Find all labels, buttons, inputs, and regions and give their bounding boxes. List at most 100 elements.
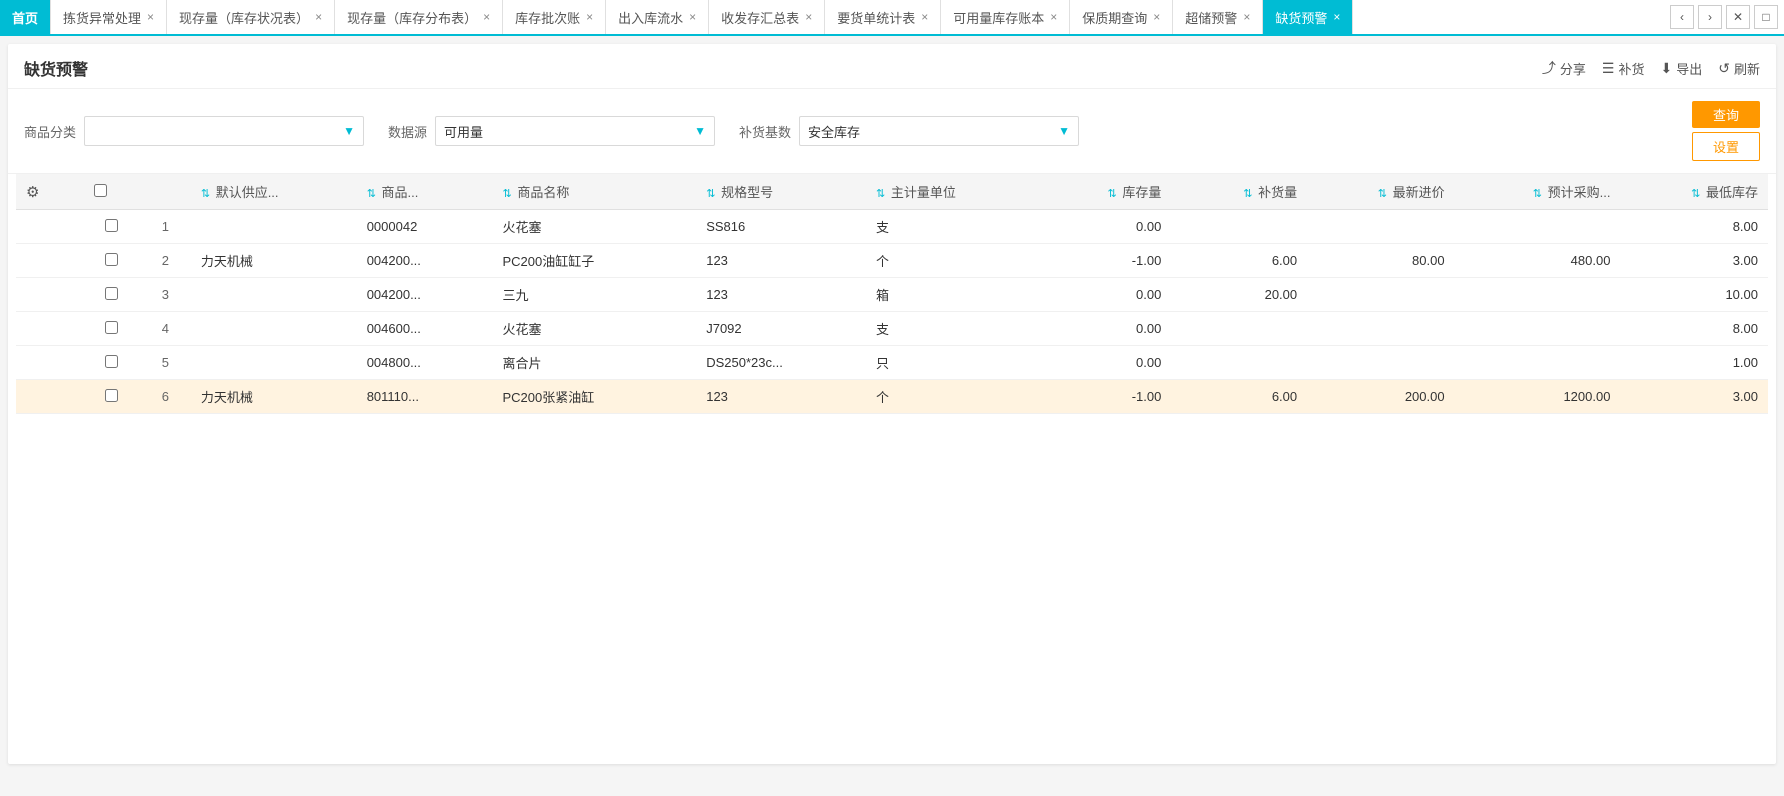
row-spec: SS816 (696, 210, 866, 244)
refresh-button[interactable]: ↺ 刷新 (1718, 59, 1760, 78)
tab-stock-status[interactable]: 现存量（库存状况表）× (167, 0, 335, 35)
tab-requisition[interactable]: 要货单统计表 × (825, 0, 941, 35)
row-price (1307, 278, 1454, 312)
datasource-select[interactable]: 可用量 ▼ (435, 116, 715, 146)
row-checkbox[interactable] (105, 321, 118, 334)
row-checkbox[interactable] (105, 389, 118, 402)
tab-close-expiry[interactable]: × (1153, 10, 1160, 24)
tab-close-stock-dist[interactable]: × (483, 10, 490, 24)
tab-abnormal[interactable]: 拣货异常处理 × (51, 0, 167, 35)
tab-close-shortage[interactable]: × (1333, 10, 1340, 24)
code-sort-icon: ⇅ (367, 188, 376, 200)
col-purchase[interactable]: ⇅ 预计采购... (1455, 174, 1621, 210)
tab-overstock[interactable]: 超储预警× (1173, 0, 1263, 35)
tab-close-abnormal[interactable]: × (147, 10, 154, 24)
col-supplier[interactable]: ⇅ 默认供应... (191, 174, 357, 210)
export-button[interactable]: ⬇ 导出 (1661, 59, 1703, 78)
row-min-stock: 8.00 (1620, 210, 1768, 244)
share-button[interactable]: ⤴ 分享 (1542, 58, 1586, 78)
category-select[interactable]: ▼ (84, 116, 364, 146)
row-checkbox[interactable] (105, 287, 118, 300)
tab-close-requisition[interactable]: × (921, 10, 928, 24)
tab-shortage[interactable]: 缺货预警× (1263, 0, 1353, 35)
supplier-sort-icon: ⇅ (201, 188, 210, 200)
row-code: 0000042 (357, 210, 493, 244)
tab-inout[interactable]: 出入库流水× (606, 0, 709, 35)
replenish-filter-group: 补货基数 安全库存 ▼ (739, 116, 1079, 146)
tab-close-batch[interactable]: × (586, 10, 593, 24)
tab-close-inout[interactable]: × (689, 10, 696, 24)
tab-scroll-left[interactable]: ‹ (1670, 5, 1694, 29)
row-min-stock: 10.00 (1620, 278, 1768, 312)
replenish-button[interactable]: ☰ 补货 (1602, 59, 1645, 78)
col-rownum (140, 174, 191, 210)
col-code[interactable]: ⇅ 商品... (357, 174, 493, 210)
col-price[interactable]: ⇅ 最新进价 (1307, 174, 1454, 210)
tab-close-available[interactable]: × (1050, 10, 1057, 24)
row-checkbox-cell (84, 210, 140, 244)
settings-col-icon[interactable]: ⚙ (26, 184, 39, 201)
row-purchase: 1200.00 (1455, 380, 1621, 414)
row-settings-cell (16, 244, 84, 278)
table-row: 1 0000042 火花塞 SS816 支 0.00 8.00 (16, 210, 1768, 244)
row-replenish (1171, 346, 1307, 380)
tab-close-collect[interactable]: × (805, 10, 812, 24)
table-row: 2 力天机械 004200... PC200油缸缸子 123 个 -1.00 6… (16, 244, 1768, 278)
tab-maximize[interactable]: □ (1754, 5, 1778, 29)
row-unit: 支 (866, 312, 1036, 346)
row-purchase (1455, 346, 1621, 380)
replenish-select[interactable]: 安全库存 ▼ (799, 116, 1079, 146)
row-checkbox-cell (84, 346, 140, 380)
row-replenish: 20.00 (1171, 278, 1307, 312)
tab-home[interactable]: 首页 (0, 0, 51, 35)
row-settings-cell (16, 346, 84, 380)
row-supplier (191, 312, 357, 346)
tab-close-overstock[interactable]: × (1243, 10, 1250, 24)
row-name: 离合片 (493, 346, 697, 380)
tab-close-stock-status[interactable]: × (315, 10, 322, 24)
tab-stock-dist[interactable]: 现存量（库存分布表）× (335, 0, 503, 35)
tab-label: 保质期查询 (1082, 8, 1147, 27)
row-name: 火花塞 (493, 210, 697, 244)
col-spec[interactable]: ⇅ 规格型号 (696, 174, 866, 210)
row-unit: 箱 (866, 278, 1036, 312)
row-unit: 支 (866, 210, 1036, 244)
tab-collect[interactable]: 收发存汇总表× (709, 0, 825, 35)
unit-sort-icon: ⇅ (876, 188, 885, 200)
row-settings-cell (16, 380, 84, 414)
col-unit[interactable]: ⇅ 主计量单位 (866, 174, 1036, 210)
datasource-dropdown-icon: ▼ (694, 124, 706, 138)
settings-button[interactable]: 设置 (1692, 132, 1760, 161)
row-stock: 0.00 (1036, 312, 1172, 346)
row-purchase (1455, 312, 1621, 346)
datasource-value: 可用量 (444, 122, 483, 141)
data-table: ⚙ ⇅ 默认供应... ⇅ 商品... ⇅ (16, 174, 1768, 414)
tab-scroll-right[interactable]: › (1698, 5, 1722, 29)
row-supplier (191, 346, 357, 380)
row-num-cell: 4 (140, 312, 191, 346)
row-checkbox[interactable] (105, 355, 118, 368)
page-header: 缺货预警 ⤴ 分享 ☰ 补货 ⬇ 导出 ↺ 刷新 (8, 44, 1776, 89)
tab-label: 首页 (12, 8, 38, 27)
col-replenish[interactable]: ⇅ 补货量 (1171, 174, 1307, 210)
query-button[interactable]: 查询 (1692, 101, 1760, 128)
datasource-label: 数据源 (388, 122, 427, 141)
col-name[interactable]: ⇅ 商品名称 (493, 174, 697, 210)
col-stock[interactable]: ⇅ 库存量 (1036, 174, 1172, 210)
tab-close-all[interactable]: ✕ (1726, 5, 1750, 29)
table-row: 4 004600... 火花塞 J7092 支 0.00 8.00 (16, 312, 1768, 346)
row-checkbox[interactable] (105, 253, 118, 266)
tab-expiry[interactable]: 保质期查询 × (1070, 0, 1173, 35)
tab-label: 要货单统计表 (837, 8, 915, 27)
table-container: ⚙ ⇅ 默认供应... ⇅ 商品... ⇅ (8, 174, 1776, 414)
replenish-icon: ☰ (1602, 60, 1615, 77)
col-min-stock[interactable]: ⇅ 最低库存 (1620, 174, 1768, 210)
select-all-checkbox[interactable] (94, 184, 107, 197)
row-purchase (1455, 278, 1621, 312)
tab-label: 拣货异常处理 (63, 8, 141, 27)
tab-available[interactable]: 可用量库存账本× (941, 0, 1070, 35)
tab-batch[interactable]: 库存批次账× (503, 0, 606, 35)
row-stock: 0.00 (1036, 210, 1172, 244)
page-content: 缺货预警 ⤴ 分享 ☰ 补货 ⬇ 导出 ↺ 刷新 商品分类 (8, 44, 1776, 764)
row-checkbox[interactable] (105, 219, 118, 232)
